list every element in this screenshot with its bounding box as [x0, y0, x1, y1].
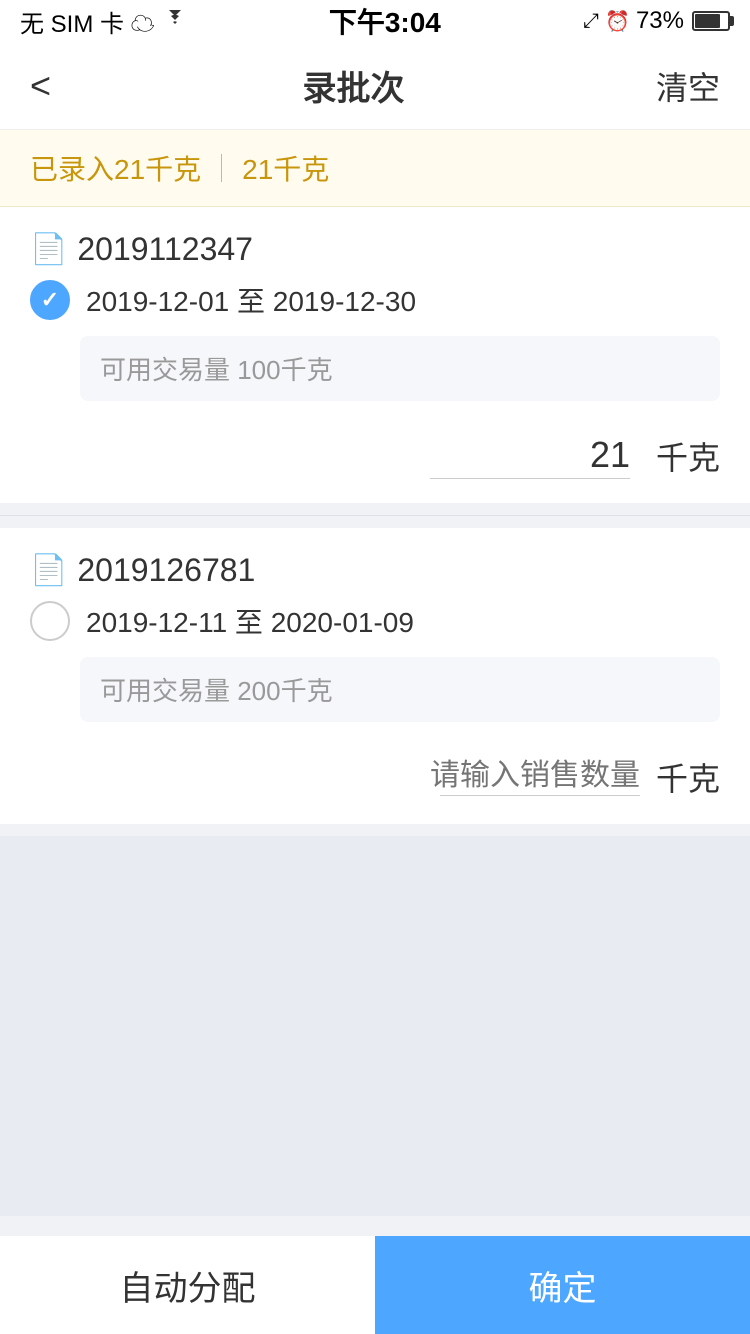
status-right: ⤢ ⏰ 73% — [583, 7, 730, 35]
item-card-1: 📄 2019112347 2019-12-01 至 2019-12-30 可用交… — [0, 207, 750, 503]
bottom-bar: 自动分配 确定 — [0, 1236, 750, 1334]
status-bar: 无 SIM 卡 ☁ 下午3:04 ⤢ ⏰ 73% — [0, 0, 750, 42]
quantity-input-2[interactable] — [254, 759, 640, 793]
item-header-1: 📄 2019112347 — [0, 207, 750, 280]
summary-value: 21千克 — [242, 148, 329, 188]
battery-icon — [692, 11, 730, 31]
item-header-2: 📄 2019126781 — [0, 528, 750, 601]
item-icon-1: 📄 — [30, 232, 67, 267]
item-unit-2: 千克 — [656, 754, 720, 800]
item-date-row-1[interactable]: 2019-12-01 至 2019-12-30 — [0, 280, 750, 336]
content-background — [0, 836, 750, 1216]
item-date-2: 2019-12-11 至 2020-01-09 — [86, 601, 414, 641]
summary-banner: 已录入21千克 21千克 — [0, 130, 750, 207]
summary-label: 已录入21千克 — [30, 148, 201, 188]
item-qty-text-1: 可用交易量 100千克 — [100, 355, 333, 385]
item-unit-1: 千克 — [656, 433, 720, 479]
page-title: 录批次 — [303, 61, 405, 110]
item-input-row-2: 千克 — [0, 734, 750, 800]
value-section-1: 21 — [430, 434, 630, 479]
item-input-section-2: 千克 — [0, 734, 750, 808]
item-card-2: 📄 2019126781 2019-12-11 至 2020-01-09 可用交… — [0, 528, 750, 824]
item-value-1: 21 — [590, 434, 630, 476]
input-value-section-2[interactable] — [254, 759, 640, 796]
item-date-row-2[interactable]: 2019-12-11 至 2020-01-09 — [0, 601, 750, 657]
item-value-row-1: 21 千克 — [0, 413, 750, 479]
item-code-2: 2019126781 — [77, 552, 255, 589]
alarm-icon: ⏰ — [605, 9, 630, 34]
item-qty-row-1: 可用交易量 100千克 — [80, 336, 720, 401]
section-divider-1 — [0, 515, 750, 516]
item-code-1: 2019112347 — [77, 231, 253, 268]
confirm-button[interactable]: 确定 — [375, 1236, 750, 1334]
radio-btn-1[interactable] — [30, 280, 70, 320]
status-left: 无 SIM 卡 ☁ — [20, 4, 187, 39]
clear-button[interactable]: 清空 — [656, 63, 720, 109]
battery-percent: 73% — [636, 7, 684, 35]
item-value-section-1: 21 千克 — [0, 413, 750, 487]
radio-btn-2[interactable] — [30, 601, 70, 641]
summary-divider — [221, 154, 222, 182]
value-underline-1 — [430, 478, 630, 479]
item-qty-row-2: 可用交易量 200千克 — [80, 657, 720, 722]
item-date-1: 2019-12-01 至 2019-12-30 — [86, 280, 416, 320]
item-qty-text-2: 可用交易量 200千克 — [100, 676, 333, 706]
item-icon-2: 📄 — [30, 553, 67, 588]
wifi-icon — [163, 7, 187, 35]
nav-bar: < 录批次 清空 — [0, 42, 750, 130]
location-icon: ⤢ — [583, 10, 599, 33]
input-underline-2 — [440, 795, 640, 796]
back-button[interactable]: < — [30, 65, 51, 107]
sim-text: 无 SIM 卡 ☁ — [20, 4, 155, 39]
status-time: 下午3:04 — [329, 1, 441, 41]
auto-distribute-button[interactable]: 自动分配 — [0, 1236, 375, 1334]
